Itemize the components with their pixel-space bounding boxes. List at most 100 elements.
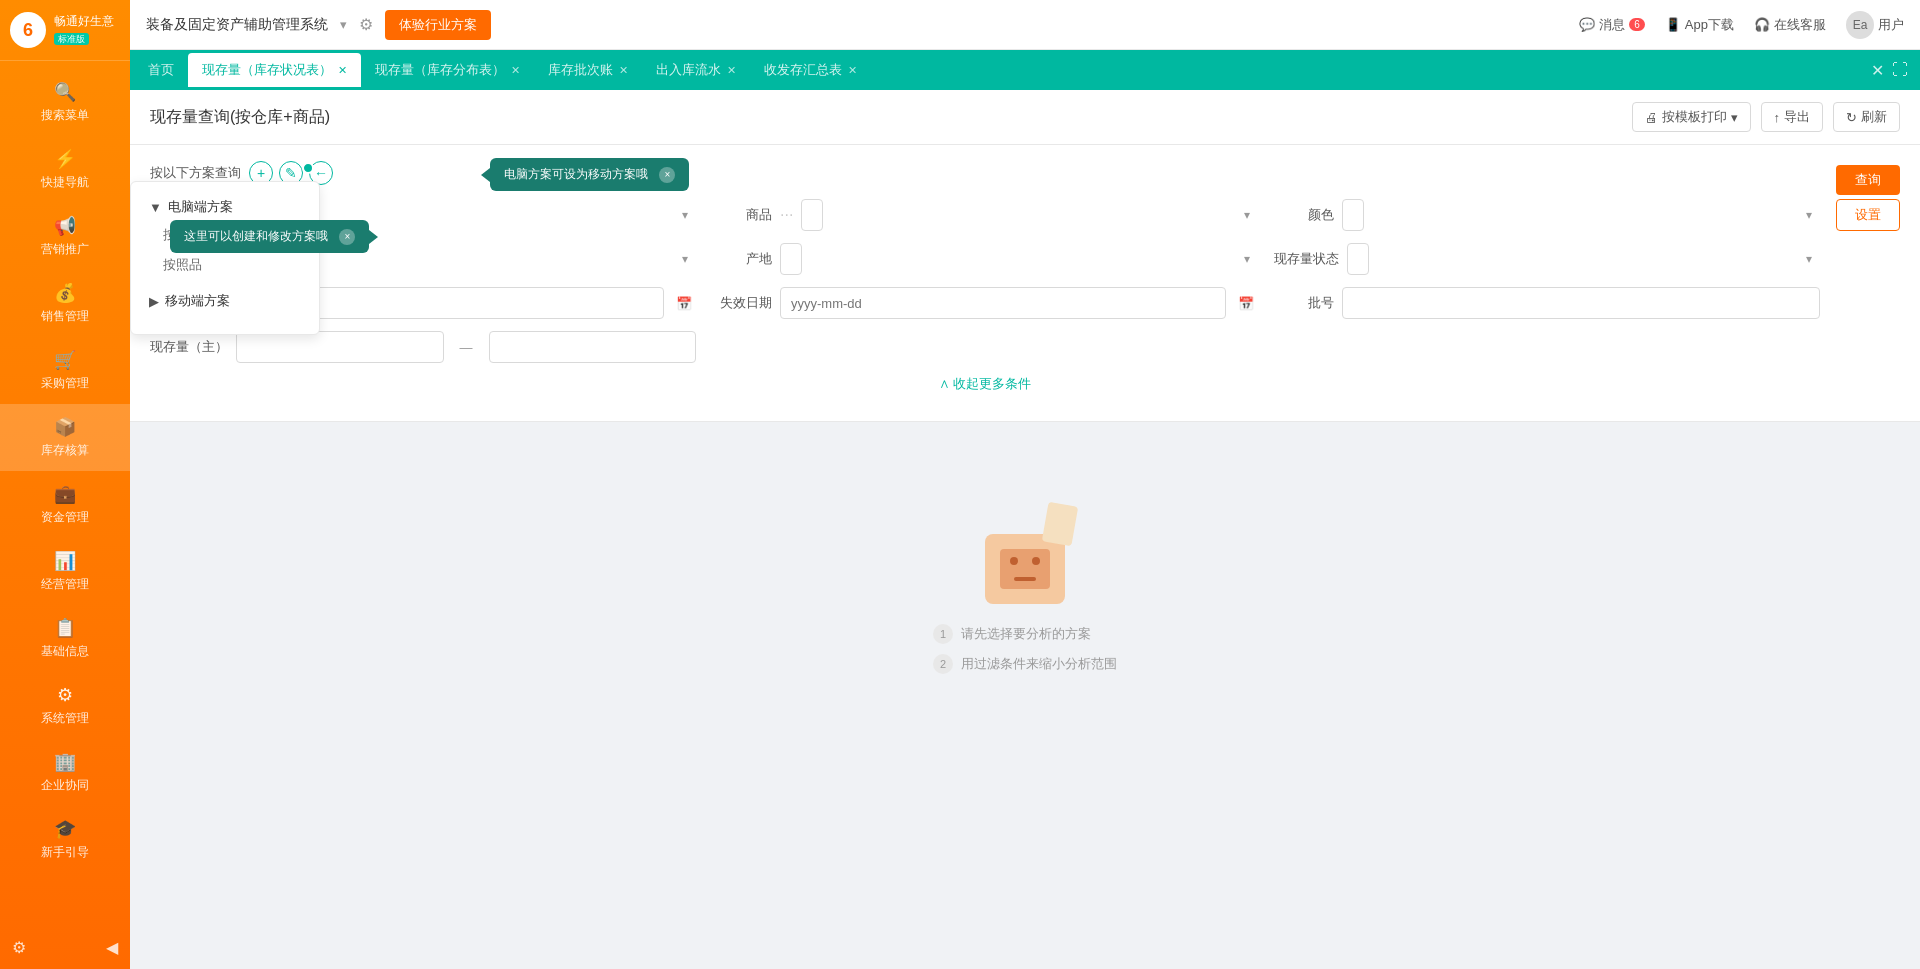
origin-select[interactable] bbox=[780, 243, 802, 275]
page-header: 现存量查询(按仓库+商品) 🖨 按模板打印 ▾ ↑ 导出 ↻ 刷新 bbox=[130, 90, 1920, 145]
expire-date-label: 失效日期 bbox=[712, 294, 772, 312]
header-left: 装备及固定资产辅助管理系统 ▾ ⚙ 体验行业方案 bbox=[146, 10, 491, 40]
sales-icon: 💰 bbox=[54, 282, 76, 304]
sidebar-bottom: ⚙ ◀ bbox=[0, 926, 130, 969]
tab-inventory-status[interactable]: 现存量（库存状况表） ✕ bbox=[188, 53, 361, 87]
tab-expand-btn[interactable]: ⛶ bbox=[1892, 61, 1908, 79]
empty-illustration bbox=[965, 504, 1085, 604]
tab-bar: 首页 现存量（库存状况表） ✕ 现存量（库存分布表） ✕ 库存批次账 ✕ 出入库… bbox=[130, 50, 1920, 90]
tab-close-collect-summary[interactable]: ✕ bbox=[848, 64, 857, 77]
scheme-group-mobile-header[interactable]: ▶ 移动端方案 bbox=[143, 288, 307, 314]
scheme-panel: ▼ 电脑端方案 按照品 按照品 ▶ 移动端方案 bbox=[130, 181, 320, 335]
filter-row-3: 生产日期 📅 失效日期 📅 批号 bbox=[150, 287, 1820, 319]
tooltip1-close-btn[interactable]: × bbox=[659, 167, 675, 183]
empty-step-2: 2 用过滤条件来缩小分析范围 bbox=[933, 654, 1117, 674]
sidebar-item-operations[interactable]: 📊 经营管理 bbox=[0, 538, 130, 605]
user-avatar: Ea bbox=[1846, 11, 1874, 39]
goods-label: 商品 bbox=[712, 206, 772, 224]
filter-header-label: 按以下方案查询 bbox=[150, 164, 241, 182]
tab-in-out-flow[interactable]: 出入库流水 ✕ bbox=[642, 53, 750, 87]
search-btn[interactable]: 查询 bbox=[1836, 165, 1900, 195]
export-btn[interactable]: ↑ 导出 bbox=[1761, 102, 1824, 132]
goods-select[interactable] bbox=[801, 199, 823, 231]
refresh-btn[interactable]: ↻ 刷新 bbox=[1833, 102, 1900, 132]
tab-collect-summary[interactable]: 收发存汇总表 ✕ bbox=[750, 53, 871, 87]
step-1-num: 1 bbox=[933, 624, 953, 644]
tab-inventory-dist[interactable]: 现存量（库存分布表） ✕ bbox=[361, 53, 534, 87]
tab-close-inventory-status[interactable]: ✕ bbox=[338, 64, 347, 77]
sidebar-item-assets[interactable]: 💼 资金管理 bbox=[0, 471, 130, 538]
highlight-dot bbox=[302, 162, 314, 174]
batch-no-input[interactable] bbox=[1342, 287, 1820, 319]
sidebar-item-guide[interactable]: 🎓 新手引导 bbox=[0, 806, 130, 873]
collapse-btn[interactable]: ∧ 收起更多条件 bbox=[150, 363, 1820, 405]
empty-state: 1 请先选择要分析的方案 2 用过滤条件来缩小分析范围 bbox=[130, 424, 1920, 754]
scheme-group-mobile: ▶ 移动端方案 bbox=[143, 288, 307, 314]
assets-icon: 💼 bbox=[54, 483, 76, 505]
filter-row-4: 现存量（主） — bbox=[150, 331, 1820, 363]
sidebar-item-inventory[interactable]: 📦 库存核算 bbox=[0, 404, 130, 471]
online-support-item[interactable]: 🎧 在线客服 bbox=[1754, 16, 1826, 34]
stock-status-select[interactable] bbox=[1347, 243, 1369, 275]
sidebar-item-purchase[interactable]: 🛒 采购管理 bbox=[0, 337, 130, 404]
filter-header: 按以下方案查询 + ✎ ← bbox=[150, 161, 1820, 185]
print-icon: 🖨 bbox=[1645, 110, 1658, 125]
sidebar-item-quick-nav[interactable]: ⚡ 快捷导航 bbox=[0, 136, 130, 203]
filter-row-1: 仓库 ··· 商品 ··· bbox=[150, 199, 1820, 231]
logo-area: 6 畅通好生意 标准版 bbox=[0, 0, 130, 61]
quick-nav-icon: ⚡ bbox=[54, 148, 76, 170]
tooltip2-close-btn[interactable]: × bbox=[339, 229, 355, 245]
logo-badge: 标准版 bbox=[54, 33, 89, 45]
enterprise-icon: 🏢 bbox=[54, 751, 76, 773]
sidebar-item-sales[interactable]: 💰 销售管理 bbox=[0, 270, 130, 337]
phone-icon: 📱 bbox=[1665, 17, 1681, 32]
tab-close-all-btn[interactable]: ✕ bbox=[1871, 61, 1884, 80]
template-print-btn[interactable]: 🖨 按模板打印 ▾ bbox=[1632, 102, 1751, 132]
stock-status-label: 现存量状态 bbox=[1274, 250, 1339, 268]
sidebar-item-system[interactable]: ⚙ 系统管理 bbox=[0, 672, 130, 739]
color-select[interactable] bbox=[1342, 199, 1364, 231]
expire-date-calendar-icon[interactable]: 📅 bbox=[1234, 296, 1258, 311]
goods-dots: ··· bbox=[780, 206, 793, 224]
settings-btn[interactable]: 设置 bbox=[1836, 199, 1900, 231]
step-2-num: 2 bbox=[933, 654, 953, 674]
page-title: 现存量查询(按仓库+商品) bbox=[150, 107, 330, 128]
app-download-item[interactable]: 📱 App下载 bbox=[1665, 16, 1734, 34]
tooltip-create-scheme: 这里可以创建和修改方案哦 × bbox=[170, 220, 369, 253]
system-name-dropdown-icon[interactable]: ▾ bbox=[340, 17, 347, 32]
scheme-group-desktop-header[interactable]: ▼ 电脑端方案 bbox=[143, 194, 307, 220]
filter-batch-no: 批号 bbox=[1274, 287, 1820, 319]
filter-row-2: 尺码 产地 现存量状态 bbox=[150, 243, 1820, 275]
expire-date-input[interactable] bbox=[780, 287, 1226, 319]
page-actions: 🖨 按模板打印 ▾ ↑ 导出 ↻ 刷新 bbox=[1632, 102, 1901, 132]
tab-batch-account[interactable]: 库存批次账 ✕ bbox=[534, 53, 642, 87]
stock-main-to-input[interactable] bbox=[489, 331, 697, 363]
sidebar-item-enterprise[interactable]: 🏢 企业协同 bbox=[0, 739, 130, 806]
header-settings-icon[interactable]: ⚙ bbox=[359, 15, 373, 34]
scheme-mobile-arrow: ▶ bbox=[149, 294, 159, 309]
filter-color: 颜色 bbox=[1274, 199, 1820, 231]
empty-text: 1 请先选择要分析的方案 2 用过滤条件来缩小分析范围 bbox=[933, 624, 1117, 674]
scheme-desktop-arrow: ▼ bbox=[149, 200, 162, 215]
tab-home[interactable]: 首页 bbox=[134, 53, 188, 87]
prod-date-calendar-icon[interactable]: 📅 bbox=[672, 296, 696, 311]
tab-close-batch-account[interactable]: ✕ bbox=[619, 64, 628, 77]
sidebar-settings-icon[interactable]: ⚙ bbox=[12, 938, 26, 957]
tab-close-in-out-flow[interactable]: ✕ bbox=[727, 64, 736, 77]
tab-bar-right: ✕ ⛶ bbox=[1871, 61, 1916, 80]
scheme-item-2[interactable]: 按照品 bbox=[143, 250, 307, 280]
guide-icon: 🎓 bbox=[54, 818, 76, 840]
tab-close-inventory-dist[interactable]: ✕ bbox=[511, 64, 520, 77]
sidebar-item-marketing[interactable]: 📢 营销推广 bbox=[0, 203, 130, 270]
user-item[interactable]: Ea 用户 bbox=[1846, 11, 1904, 39]
notice-item[interactable]: 💬 消息 6 bbox=[1579, 16, 1645, 34]
sidebar-nav: 🔍 搜索菜单 ⚡ 快捷导航 📢 营销推广 💰 销售管理 🛒 采购管理 📦 库存核… bbox=[0, 61, 130, 926]
stock-main-from-input[interactable] bbox=[236, 331, 444, 363]
sidebar-item-search-menu[interactable]: 🔍 搜索菜单 bbox=[0, 69, 130, 136]
sidebar-collapse-icon[interactable]: ◀ bbox=[106, 938, 118, 957]
basic-info-icon: 📋 bbox=[54, 617, 76, 639]
edit-icon: ✎ bbox=[285, 165, 297, 181]
search-menu-icon: 🔍 bbox=[54, 81, 76, 103]
sidebar-item-basic-info[interactable]: 📋 基础信息 bbox=[0, 605, 130, 672]
industry-btn[interactable]: 体验行业方案 bbox=[385, 10, 491, 40]
